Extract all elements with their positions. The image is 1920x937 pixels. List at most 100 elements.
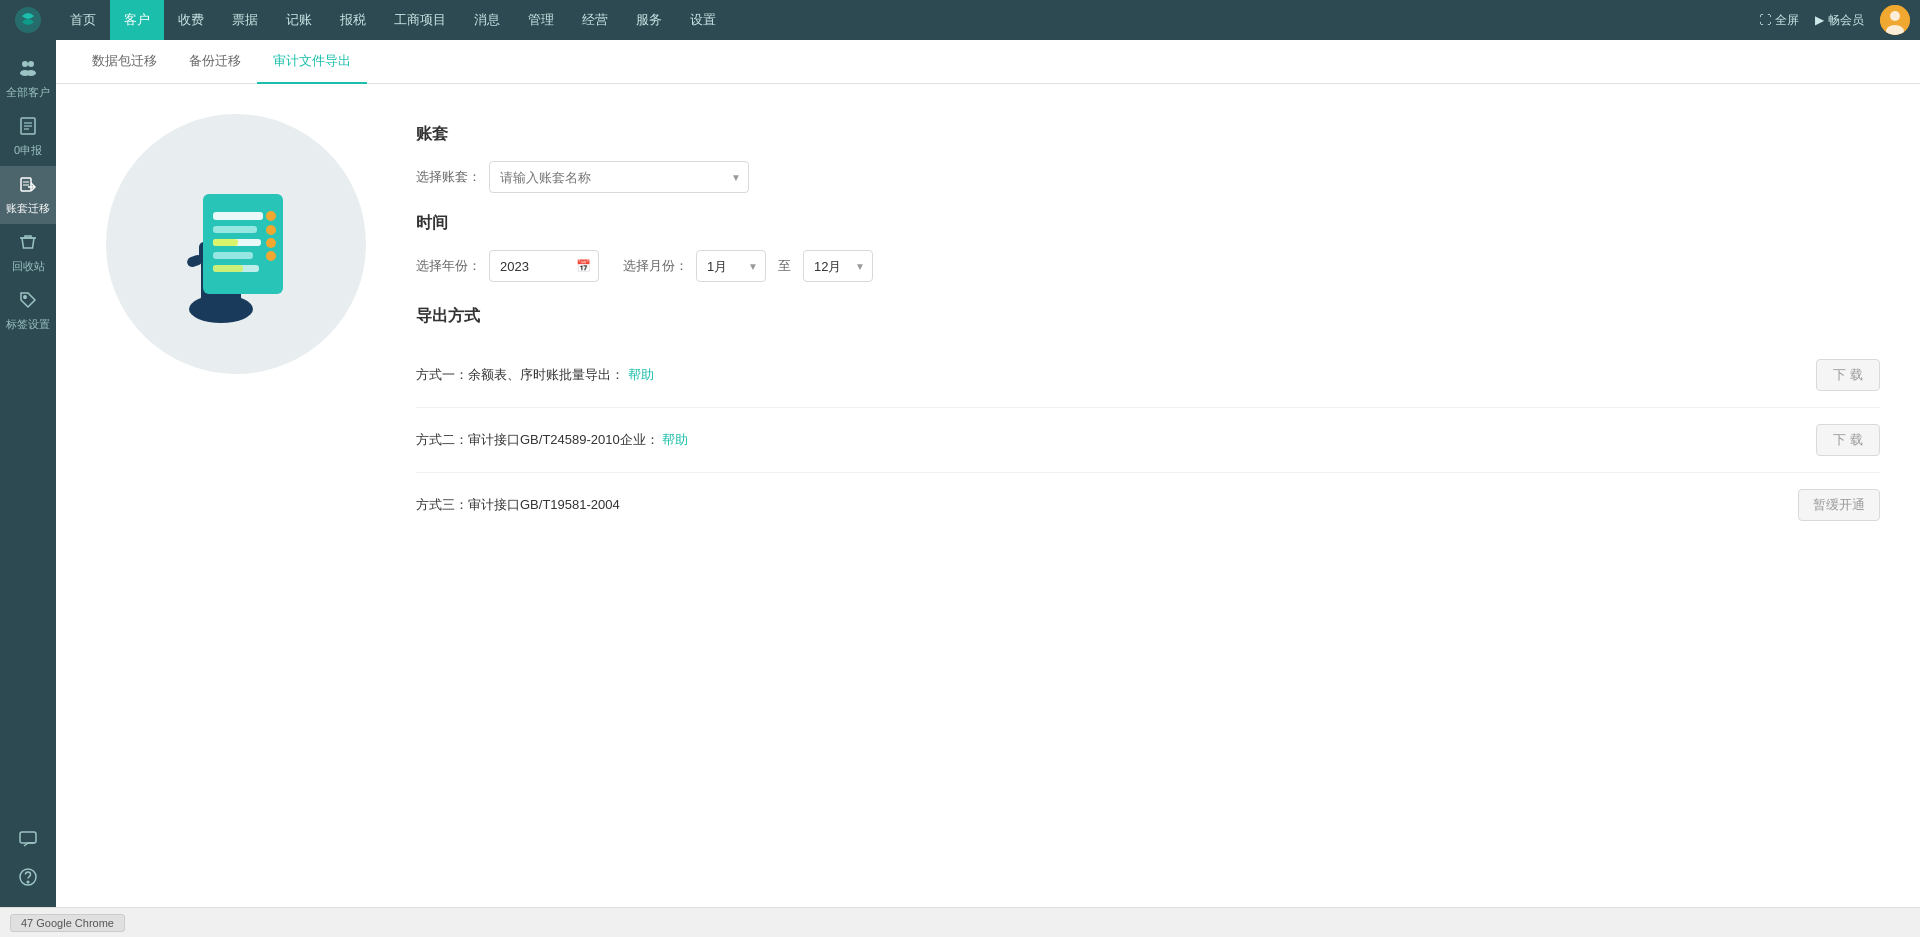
export-method-2-row: 方式二：审计接口GB/T24589-2010企业： 帮助 下 载	[416, 408, 1880, 473]
illustration-circle	[106, 114, 366, 374]
tab-bar: 数据包迁移 备份迁移 审计文件导出	[56, 40, 1920, 84]
fullscreen-icon: ⛶	[1759, 13, 1771, 27]
nav-service[interactable]: 服务	[622, 0, 676, 40]
nav-business[interactable]: 工商项目	[380, 0, 460, 40]
top-navigation: 首页 客户 收费 票据 记账 报税 工商项目 消息 管理 经营 服务 设置 ⛶ …	[0, 0, 1920, 40]
svg-rect-17	[20, 832, 36, 843]
export-method-2-help-link[interactable]: 帮助	[662, 432, 688, 447]
page-content: 账套 选择账套： ▼ 时间 选择年份：	[56, 84, 1920, 907]
sidebar-item-migrate[interactable]: 账套迁移	[0, 166, 56, 224]
chrome-tab[interactable]: 47 Google Chrome	[10, 914, 125, 932]
sidebar-item-label: 全部客户	[6, 85, 50, 100]
recycle-icon	[18, 232, 38, 255]
time-title: 时间	[416, 213, 1880, 234]
form-wrapper: 账套 选择账套： ▼ 时间 选择年份：	[96, 114, 1880, 537]
account-select-input[interactable]	[489, 161, 749, 193]
account-select-wrap: ▼	[489, 161, 749, 193]
tab-backup-migration[interactable]: 备份迁移	[173, 40, 257, 84]
bottom-bar: 47 Google Chrome	[0, 907, 1920, 937]
svg-point-34	[266, 225, 276, 235]
sidebar-item-all-customers[interactable]: 全部客户	[0, 50, 56, 108]
export-method-3-soon-button: 暂缓开通	[1798, 489, 1880, 521]
svg-point-33	[266, 211, 276, 221]
migrate-icon	[18, 174, 38, 197]
start-month-select[interactable]: 1月2月3月4月 5月6月7月8月 9月10月11月12月	[696, 250, 766, 282]
svg-point-35	[266, 238, 276, 248]
tag-icon	[18, 290, 38, 313]
illustration-area	[96, 114, 376, 374]
svg-rect-28	[213, 212, 263, 220]
account-section: 账套 选择账套： ▼	[416, 124, 1880, 193]
export-method-1-download-button[interactable]: 下 载	[1816, 359, 1880, 391]
content-area: 数据包迁移 备份迁移 审计文件导出	[56, 40, 1920, 907]
nav-customer[interactable]: 客户	[110, 0, 164, 40]
svg-point-19	[27, 881, 29, 883]
nav-manage[interactable]: 管理	[514, 0, 568, 40]
vip-button[interactable]: ▶ 畅会员	[1815, 12, 1864, 29]
end-month-select-wrap: 1月2月3月4月 5月6月7月8月 9月10月11月 12月 ▼	[803, 250, 873, 282]
export-method-1-help-link[interactable]: 帮助	[628, 367, 654, 382]
time-form-row: 选择年份： 📅 选择月份： 1月2月3月4月 5月6月7月8月 9月10	[416, 250, 1880, 282]
svg-rect-29	[213, 226, 257, 233]
year-input-wrap: 📅	[489, 250, 599, 282]
account-title: 账套	[416, 124, 1880, 145]
sidebar-item-recycle[interactable]: 回收站	[0, 224, 56, 282]
sidebar-item-chat[interactable]	[0, 821, 56, 859]
nav-bookkeeping[interactable]: 记账	[272, 0, 326, 40]
year-input[interactable]	[489, 250, 599, 282]
year-label: 选择年份：	[416, 257, 481, 275]
nav-settings[interactable]: 设置	[676, 0, 730, 40]
help-icon	[18, 867, 38, 889]
time-separator: 至	[774, 257, 795, 275]
month-label: 选择月份：	[623, 257, 688, 275]
form-section: 账套 选择账套： ▼ 时间 选择年份：	[416, 114, 1880, 537]
export-section: 导出方式 方式一：余额表、序时账批量导出： 帮助 下 载 方式二：审计接口GB/…	[416, 306, 1880, 537]
nav-items: 首页 客户 收费 票据 记账 报税 工商项目 消息 管理 经营 服务 设置	[56, 0, 1759, 40]
main-layout: 全部客户 0申报	[0, 40, 1920, 907]
sidebar-item-label: 回收站	[12, 259, 45, 274]
sidebar-item-label: 账套迁移	[6, 201, 50, 216]
svg-point-4	[22, 61, 28, 67]
nav-home[interactable]: 首页	[56, 0, 110, 40]
time-section: 时间 选择年份： 📅 选择月份： 1月2月3月4月 5	[416, 213, 1880, 282]
nav-message[interactable]: 消息	[460, 0, 514, 40]
svg-point-5	[28, 61, 34, 67]
export-method-2-label: 方式二：审计接口GB/T24589-2010企业： 帮助	[416, 431, 1800, 449]
nav-tax[interactable]: 报税	[326, 0, 380, 40]
export-method-3-label: 方式三：审计接口GB/T19581-2004	[416, 496, 1782, 514]
export-method-1-label: 方式一：余额表、序时账批量导出： 帮助	[416, 366, 1800, 384]
start-month-select-wrap: 1月2月3月4月 5月6月7月8月 9月10月11月12月 ▼	[696, 250, 766, 282]
svg-rect-38	[213, 265, 243, 272]
svg-point-36	[266, 251, 276, 261]
sidebar-item-help[interactable]	[0, 859, 56, 897]
sidebar-item-zero-declare[interactable]: 0申报	[0, 108, 56, 166]
export-method-1-row: 方式一：余额表、序时账批量导出： 帮助 下 载	[416, 343, 1880, 408]
sidebar-item-label: 标签设置	[6, 317, 50, 332]
account-form-row: 选择账套： ▼	[416, 161, 1880, 193]
account-select-label: 选择账套：	[416, 168, 481, 186]
sidebar: 全部客户 0申报	[0, 40, 56, 907]
nav-right: ⛶ 全屏 ▶ 畅会员	[1759, 5, 1910, 35]
nav-invoice[interactable]: 票据	[218, 0, 272, 40]
svg-rect-37	[213, 239, 238, 246]
avatar[interactable]	[1880, 5, 1910, 35]
export-method-2-download-button[interactable]: 下 载	[1816, 424, 1880, 456]
vip-icon: ▶	[1815, 13, 1824, 27]
nav-operation[interactable]: 经营	[568, 0, 622, 40]
logo[interactable]	[10, 2, 46, 38]
tab-data-migration[interactable]: 数据包迁移	[76, 40, 173, 84]
customers-icon	[18, 58, 38, 81]
export-title: 导出方式	[416, 306, 1880, 327]
sidebar-item-tag-settings[interactable]: 标签设置	[0, 282, 56, 340]
svg-point-2	[1890, 11, 1900, 21]
tab-audit-export[interactable]: 审计文件导出	[257, 40, 367, 84]
sidebar-item-label: 0申报	[14, 143, 42, 158]
svg-point-7	[26, 70, 36, 76]
end-month-select[interactable]: 1月2月3月4月 5月6月7月8月 9月10月11月 12月	[803, 250, 873, 282]
declare-icon	[18, 116, 38, 139]
nav-fee[interactable]: 收费	[164, 0, 218, 40]
chat-icon	[18, 829, 38, 851]
fullscreen-button[interactable]: ⛶ 全屏	[1759, 12, 1799, 29]
svg-rect-31	[213, 252, 253, 259]
svg-point-16	[24, 296, 26, 298]
